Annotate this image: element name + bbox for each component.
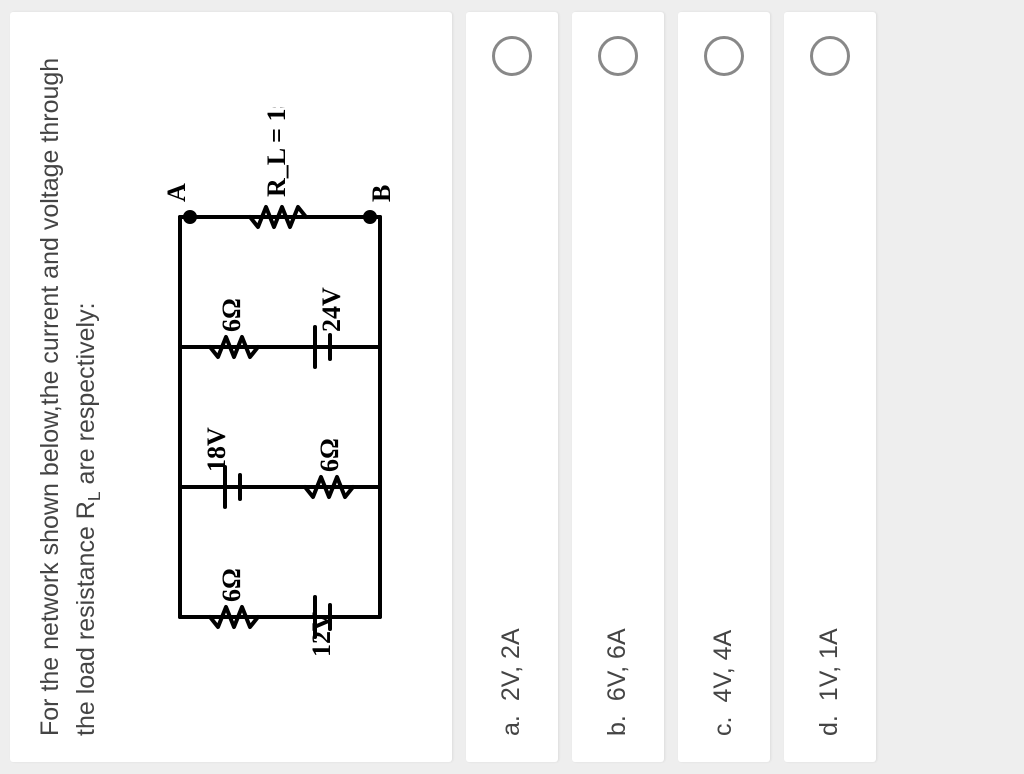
option-text: 1V, 1A [815, 628, 844, 701]
label-r-mid-bottom: 6Ω [315, 438, 344, 472]
label-r-load: R_L = 1Ω [262, 107, 291, 197]
option-letter: d. [815, 715, 844, 736]
label-r-right-top: 6Ω [217, 298, 246, 332]
label-node-b: B [367, 185, 396, 202]
option-letter: b. [603, 715, 632, 736]
circuit-figure: 6Ω 12V 18V 6Ω 6 [130, 38, 430, 736]
option-text: 6V, 6A [603, 628, 632, 701]
option-letter: c. [709, 717, 738, 736]
label-r-left: 6Ω [217, 568, 246, 602]
option-a[interactable]: a. 2V, 2A [466, 12, 558, 762]
option-d[interactable]: d. 1V, 1A [784, 12, 876, 762]
option-b[interactable]: b. 6V, 6A [572, 12, 664, 762]
options-list: a. 2V, 2A b. 6V, 6A c. 4V, 4A d. 1V, 1A [466, 12, 876, 762]
radio-icon[interactable] [810, 36, 850, 76]
question-text: For the network shown below,the current … [32, 38, 108, 736]
option-text: 4V, 4A [709, 630, 738, 703]
question-card: For the network shown below,the current … [10, 12, 452, 762]
option-c[interactable]: c. 4V, 4A [678, 12, 770, 762]
option-letter: a. [497, 715, 526, 736]
label-v-left: 12V [307, 612, 336, 657]
radio-icon[interactable] [598, 36, 638, 76]
radio-icon[interactable] [492, 36, 532, 76]
option-text: 2V, 2A [497, 628, 526, 701]
label-v-mid-top: 18V [202, 427, 231, 472]
radio-icon[interactable] [704, 36, 744, 76]
label-node-a: A [162, 183, 191, 202]
question-prompt: For the network shown below,the current … [36, 58, 100, 736]
label-v-right-bottom: 24V [317, 287, 346, 332]
